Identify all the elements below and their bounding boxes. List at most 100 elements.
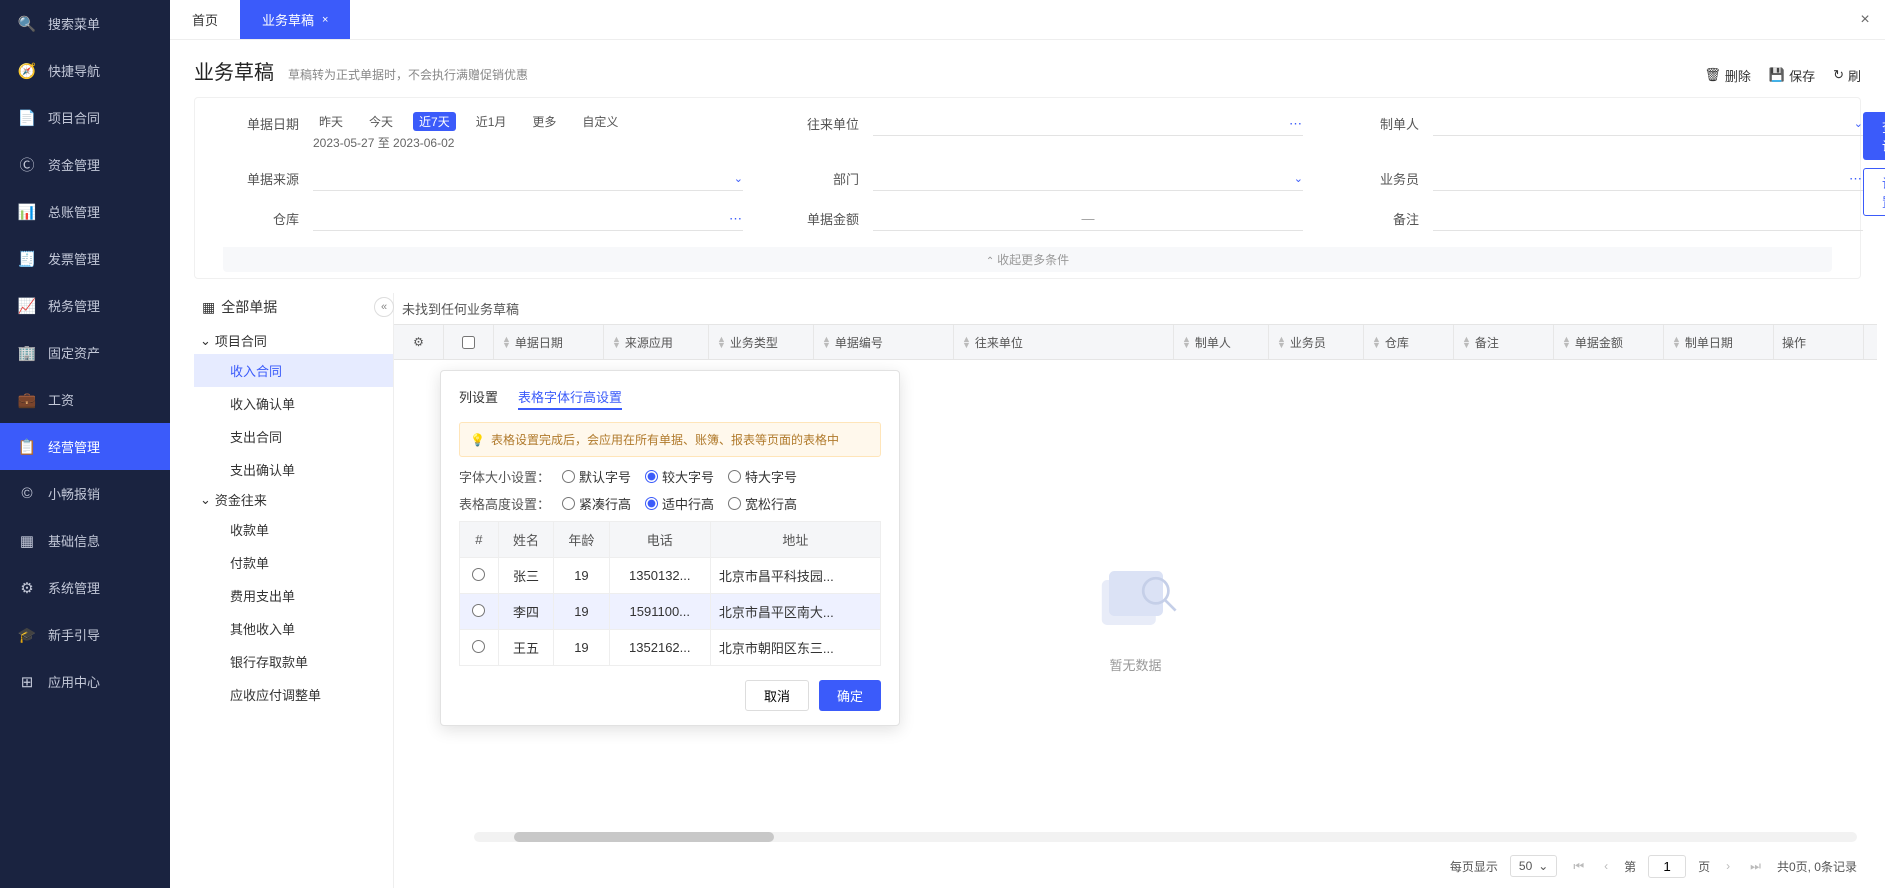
radio-option[interactable]: 默认字号 [562,467,631,486]
tree-leaf[interactable]: 费用支出单 [194,579,393,612]
column-settings-button[interactable]: ⚙ [394,325,444,359]
sample-phone-cell: 1591100... [609,594,710,630]
prev-page-button[interactable]: ‹ [1600,859,1612,873]
sidebar-item[interactable]: 🔍搜索菜单 [0,0,170,47]
column-header[interactable]: ▲▼单据日期 [494,325,604,359]
scrollbar-thumb[interactable] [514,832,774,842]
column-header[interactable]: ▲▼单据金额 [1554,325,1664,359]
tree-leaf[interactable]: 收入合同 [194,354,393,387]
column-header[interactable]: ▲▼单据编号 [814,325,954,359]
date-option[interactable]: 昨天 [313,112,349,131]
tree-leaf[interactable]: 收入确认单 [194,387,393,420]
sidebar-item[interactable]: ⚙系统管理 [0,564,170,611]
popover-tab-font-rowheight[interactable]: 表格字体行高设置 [518,387,622,410]
cancel-button[interactable]: 取消 [745,680,809,711]
save-button[interactable]: 💾保存 [1769,66,1815,85]
next-page-button[interactable]: › [1722,859,1734,873]
radio-option[interactable]: 宽松行高 [728,494,797,513]
tree-leaf[interactable]: 其他收入单 [194,612,393,645]
sidebar-item[interactable]: 📊总账管理 [0,188,170,235]
column-header[interactable]: ▲▼来源应用 [604,325,709,359]
radio-input[interactable] [728,470,741,483]
radio-input[interactable] [645,470,658,483]
tree-group-label: 项目合同 [215,331,267,350]
sidebar-item[interactable]: 💼工资 [0,376,170,423]
column-header[interactable]: ▲▼制单人 [1174,325,1269,359]
tree-collapse-button[interactable]: « [374,297,394,317]
column-header[interactable]: ▲▼仓库 [1364,325,1454,359]
date-option[interactable]: 今天 [363,112,399,131]
radio-option[interactable]: 较大字号 [645,467,714,486]
sample-row-radio[interactable] [472,604,485,617]
filter-dept-input[interactable]: ⌄ [873,167,1303,191]
tree-leaf[interactable]: 付款单 [194,546,393,579]
sidebar-item[interactable]: 📈税务管理 [0,282,170,329]
tree-leaf[interactable]: 银行存取款单 [194,645,393,678]
filter-maker-input[interactable]: ⌄ [1433,112,1863,136]
sidebar-item[interactable]: 📄项目合同 [0,94,170,141]
page-input[interactable] [1648,855,1686,878]
column-header[interactable]: ▲▼往来单位 [954,325,1174,359]
radio-option[interactable]: 特大字号 [728,467,797,486]
date-option[interactable]: 自定义 [576,112,624,131]
sidebar-item[interactable]: 🏢固定资产 [0,329,170,376]
radio-option[interactable]: 适中行高 [645,494,714,513]
tree-title[interactable]: ▦全部单据 [194,293,393,327]
column-header[interactable]: 操作 [1774,325,1864,359]
date-option[interactable]: 更多 [526,112,562,131]
column-header[interactable]: ▲▼备注 [1454,325,1554,359]
tree-leaf[interactable]: 收款单 [194,513,393,546]
filter-settings-button[interactable]: 设置 [1863,168,1885,216]
sample-row[interactable]: 王五 19 1352162... 北京市朝阳区东三... [460,630,881,666]
sample-row[interactable]: 李四 19 1591100... 北京市昌平区南大... [460,594,881,630]
collapse-filter-button[interactable]: 收起更多条件 [223,247,1832,272]
date-option[interactable]: 近7天 [413,112,456,131]
popover-tab-columns[interactable]: 列设置 [459,387,498,410]
sample-row[interactable]: 张三 19 1350132... 北京市昌平科技园... [460,558,881,594]
tree-group[interactable]: ⌄项目合同 [194,331,393,350]
filter-warehouse-input[interactable]: ⋯ [313,207,743,231]
column-header[interactable]: ▲▼业务类型 [709,325,814,359]
column-header[interactable]: ▲▼业务员 [1269,325,1364,359]
tab[interactable]: 首页 [170,0,240,39]
delete-button[interactable]: 🗑删除 [1704,66,1751,85]
sample-row-radio[interactable] [472,568,485,581]
horizontal-scrollbar[interactable] [474,832,1857,842]
radio-input[interactable] [728,497,741,510]
filter-amount-input[interactable]: — [873,207,1303,231]
column-header[interactable]: ▲▼制单日期 [1664,325,1774,359]
select-all-checkbox[interactable] [462,336,475,349]
radio-input[interactable] [562,497,575,510]
sidebar-item[interactable]: 🧭快捷导航 [0,47,170,94]
tab-close-icon[interactable]: × [322,14,328,26]
filter-remark-input[interactable] [1433,207,1863,231]
sidebar-item[interactable]: ©小畅报销 [0,470,170,517]
sidebar-item[interactable]: 🧾发票管理 [0,235,170,282]
date-option[interactable]: 近1月 [470,112,513,131]
sidebar-item[interactable]: ⊞应用中心 [0,658,170,705]
global-close-button[interactable]: × [1845,0,1885,39]
tree-group[interactable]: ⌄资金往来 [194,490,393,509]
tab[interactable]: 业务草稿× [240,0,350,39]
sidebar-item[interactable]: ▦基础信息 [0,517,170,564]
radio-input[interactable] [562,470,575,483]
column-label: 业务员 [1290,334,1326,351]
first-page-button[interactable]: ⏮ [1569,859,1588,874]
tree-leaf[interactable]: 应收应付调整单 [194,678,393,711]
filter-source-input[interactable]: ⌄ [313,167,743,191]
filter-salesperson-input[interactable]: ⋯ [1433,167,1863,191]
sidebar-item[interactable]: 🎓新手引导 [0,611,170,658]
sample-row-radio[interactable] [472,640,485,653]
tree-leaf[interactable]: 支出合同 [194,420,393,453]
radio-option[interactable]: 紧凑行高 [562,494,631,513]
radio-input[interactable] [645,497,658,510]
sidebar-item[interactable]: Ⓒ资金管理 [0,141,170,188]
per-page-select[interactable]: 50⌄ [1510,855,1557,877]
filter-partner-input[interactable]: ⋯ [873,112,1303,136]
refresh-button[interactable]: ↻刷 [1833,66,1861,85]
sidebar-item[interactable]: 📋经营管理 [0,423,170,470]
tree-leaf[interactable]: 支出确认单 [194,453,393,486]
last-page-button[interactable]: ⏭ [1746,859,1765,874]
query-button[interactable]: 查询 [1863,112,1885,160]
ok-button[interactable]: 确定 [819,680,881,711]
